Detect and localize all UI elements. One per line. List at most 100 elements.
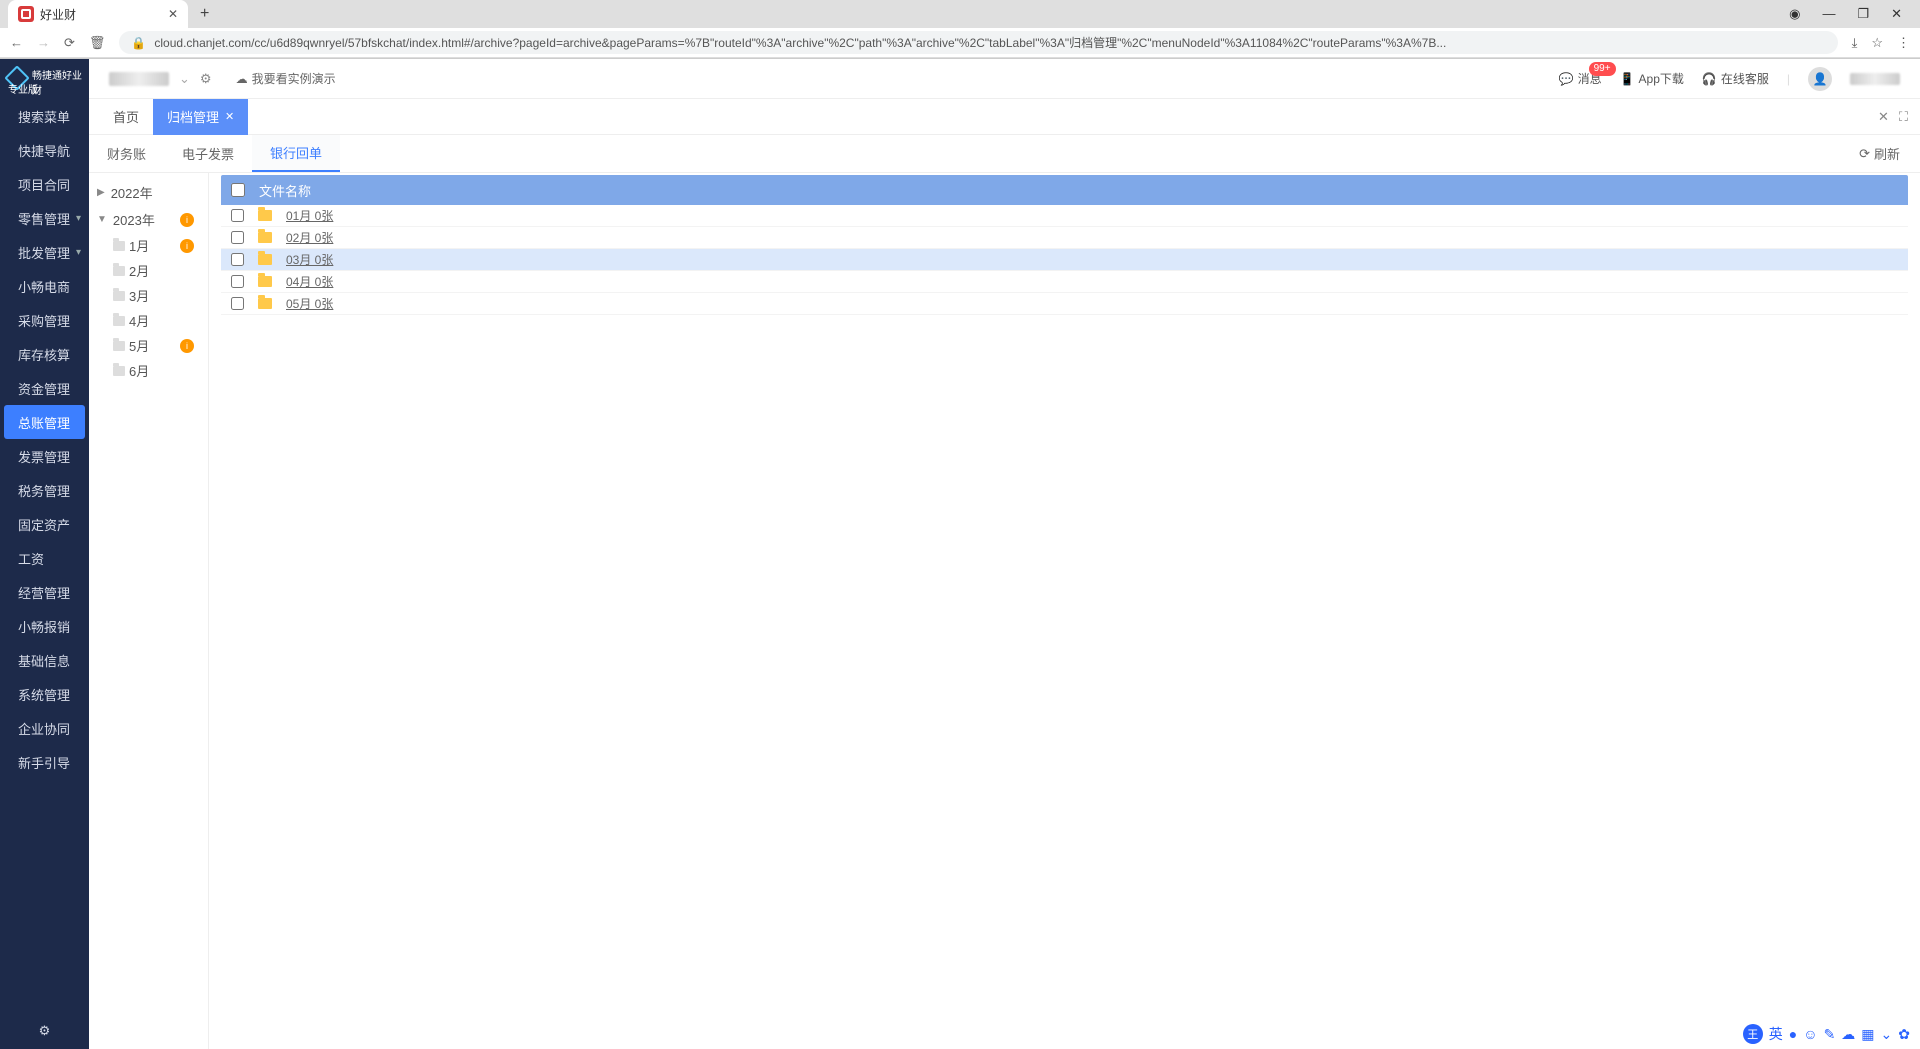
maximize-icon[interactable]: ❐ xyxy=(1857,6,1869,22)
tab-close-icon[interactable]: ✕ xyxy=(168,7,178,21)
close-all-tabs-icon[interactable]: ✕ xyxy=(1878,109,1889,125)
app-download-button[interactable]: 📱 App下载 xyxy=(1620,70,1684,87)
page-tabs: 首页 归档管理 ✕ ✕ ⛶ xyxy=(89,99,1920,135)
file-link[interactable]: 01月 0张 xyxy=(286,207,333,224)
sidebar-item[interactable]: 小畅电商 xyxy=(0,269,89,303)
minimize-icon[interactable]: — xyxy=(1822,6,1835,22)
sidebar-item[interactable]: 固定资产 xyxy=(0,507,89,541)
file-table-header: 文件名称 xyxy=(221,175,1908,205)
tree-month[interactable]: 5月i xyxy=(89,333,208,358)
table-row[interactable]: 04月 0张 xyxy=(221,271,1908,293)
row-checkbox[interactable] xyxy=(231,297,244,310)
row-checkbox[interactable] xyxy=(231,275,244,288)
url-box[interactable]: 🔒 cloud.chanjet.com/cc/u6d89qwnryel/57bf… xyxy=(119,31,1837,54)
sidebar-item[interactable]: 税务管理 xyxy=(0,473,89,507)
ime-down-icon[interactable]: ⌄ xyxy=(1881,1026,1893,1043)
msg-badge: 99+ xyxy=(1589,62,1616,76)
row-checkbox[interactable] xyxy=(231,253,244,266)
org-selector[interactable]: ⌄ ⚙ xyxy=(109,71,212,87)
ime-edit-icon[interactable]: ✎ xyxy=(1824,1026,1836,1043)
file-link[interactable]: 04月 0张 xyxy=(286,273,333,290)
folder-icon xyxy=(113,316,125,326)
table-row[interactable]: 02月 0张 xyxy=(221,227,1908,249)
ime-grid-icon[interactable]: ▦ xyxy=(1861,1026,1874,1043)
trash-icon[interactable]: 🗑 xyxy=(89,35,106,51)
sidebar-item[interactable]: 系统管理 xyxy=(0,677,89,711)
reload-icon[interactable]: ⟳ xyxy=(64,35,75,51)
row-checkbox[interactable] xyxy=(231,231,244,244)
tree-month[interactable]: 3月 xyxy=(89,283,208,308)
sidebar-item[interactable]: 资金管理 xyxy=(0,371,89,405)
file-link[interactable]: 03月 0张 xyxy=(286,251,333,268)
demo-link[interactable]: ☁ 我要看实例演示 xyxy=(236,70,336,87)
menu-icon[interactable]: ⋮ xyxy=(1897,35,1910,51)
file-link[interactable]: 02月 0张 xyxy=(286,229,333,246)
subtab-finance[interactable]: 财务账 xyxy=(89,135,164,172)
ime-gear-icon[interactable]: ✿ xyxy=(1898,1026,1910,1043)
browser-tab[interactable]: 好业财 ✕ xyxy=(8,0,188,28)
table-row[interactable]: 03月 0张 xyxy=(221,249,1908,271)
ime-pill[interactable]: 王 xyxy=(1743,1024,1763,1044)
logo[interactable]: 畅捷通好业财 专业版 xyxy=(0,59,89,99)
file-link[interactable]: 05月 0张 xyxy=(286,295,333,312)
sidebar-item[interactable]: 库存核算 xyxy=(0,337,89,371)
refresh-button[interactable]: ⟳ 刷新 xyxy=(1839,135,1920,172)
sidebar-item[interactable]: 工资 xyxy=(0,541,89,575)
ime-cloud-icon[interactable]: ☁ xyxy=(1841,1026,1855,1043)
sidebar-item[interactable]: 经营管理 xyxy=(0,575,89,609)
star-icon[interactable]: ☆ xyxy=(1871,35,1883,51)
avatar[interactable]: 👤 xyxy=(1808,67,1832,91)
sidebar-item[interactable]: 搜索菜单 xyxy=(0,99,89,133)
sidebar-item[interactable]: 项目合同 xyxy=(0,167,89,201)
customer-service-button[interactable]: 🎧 在线客服 xyxy=(1702,70,1769,87)
tree-month[interactable]: 6月 xyxy=(89,358,208,383)
select-all-checkbox[interactable] xyxy=(231,183,245,197)
tree-month[interactable]: 2月 xyxy=(89,258,208,283)
sidebar-settings[interactable]: ⚙ xyxy=(0,1013,89,1049)
address-bar: ← → ⟳ 🗑 🔒 cloud.chanjet.com/cc/u6d89qwnr… xyxy=(0,28,1920,58)
close-window-icon[interactable]: ✕ xyxy=(1891,6,1902,22)
ime-dot-icon[interactable]: ● xyxy=(1789,1026,1797,1042)
tree-year-2022[interactable]: ▶ 2022年 xyxy=(89,179,208,206)
main-area: ▶ 2022年 ▼ 2023年 i 1月i2月3月4月5月i6月 文件名称 01… xyxy=(89,173,1920,1049)
install-icon[interactable]: ⤓ xyxy=(1852,35,1858,51)
folder-icon xyxy=(113,266,125,276)
app-header: 畅捷通好业财 专业版 ⌄ ⚙ ☁ 我要看实例演示 💬 消息 99+ 📱 App下… xyxy=(0,59,1920,99)
sidebar-item[interactable]: 小畅报销 xyxy=(0,609,89,643)
messages-button[interactable]: 💬 消息 99+ xyxy=(1559,70,1602,87)
tab-home-label: 首页 xyxy=(113,107,139,126)
sidebar-item[interactable]: 快捷导航 xyxy=(0,133,89,167)
subtab-einvoice[interactable]: 电子发票 xyxy=(164,135,252,172)
tree-year-2023[interactable]: ▼ 2023年 i xyxy=(89,206,208,233)
back-icon[interactable]: ← xyxy=(10,35,23,51)
table-row[interactable]: 01月 0张 xyxy=(221,205,1908,227)
tab-close-icon[interactable]: ✕ xyxy=(225,110,234,123)
alert-badge: i xyxy=(180,239,194,253)
tab-home[interactable]: 首页 xyxy=(99,99,153,135)
tree-month[interactable]: 4月 xyxy=(89,308,208,333)
sidebar-item[interactable]: 总账管理 xyxy=(4,405,85,439)
ime-smile-icon[interactable]: ☺ xyxy=(1803,1026,1817,1042)
sidebar-item[interactable]: 批发管理▾ xyxy=(0,235,89,269)
subtab-bank-receipt[interactable]: 银行回单 xyxy=(252,135,340,172)
folder-icon xyxy=(113,291,125,301)
gear-icon[interactable]: ⚙ xyxy=(200,71,212,87)
sidebar-item[interactable]: 基础信息 xyxy=(0,643,89,677)
folder-icon xyxy=(113,341,125,351)
forward-icon[interactable]: → xyxy=(37,35,50,51)
sidebar-item[interactable]: 零售管理▾ xyxy=(0,201,89,235)
sidebar-item[interactable]: 企业协同 xyxy=(0,711,89,745)
sidebar-item[interactable]: 新手引导 xyxy=(0,745,89,779)
fullscreen-icon[interactable]: ⛶ xyxy=(1899,109,1908,125)
incognito-icon[interactable]: ◉ xyxy=(1789,6,1800,22)
folder-icon xyxy=(258,210,272,221)
row-checkbox[interactable] xyxy=(231,209,244,222)
tree-month[interactable]: 1月i xyxy=(89,233,208,258)
sidebar-item[interactable]: 发票管理 xyxy=(0,439,89,473)
table-row[interactable]: 05月 0张 xyxy=(221,293,1908,315)
ime-lang[interactable]: 英 xyxy=(1769,1024,1783,1044)
sidebar-item[interactable]: 采购管理 xyxy=(0,303,89,337)
new-tab-button[interactable]: + xyxy=(188,5,221,23)
column-filename: 文件名称 xyxy=(259,181,311,200)
tab-archive[interactable]: 归档管理 ✕ xyxy=(153,99,248,135)
